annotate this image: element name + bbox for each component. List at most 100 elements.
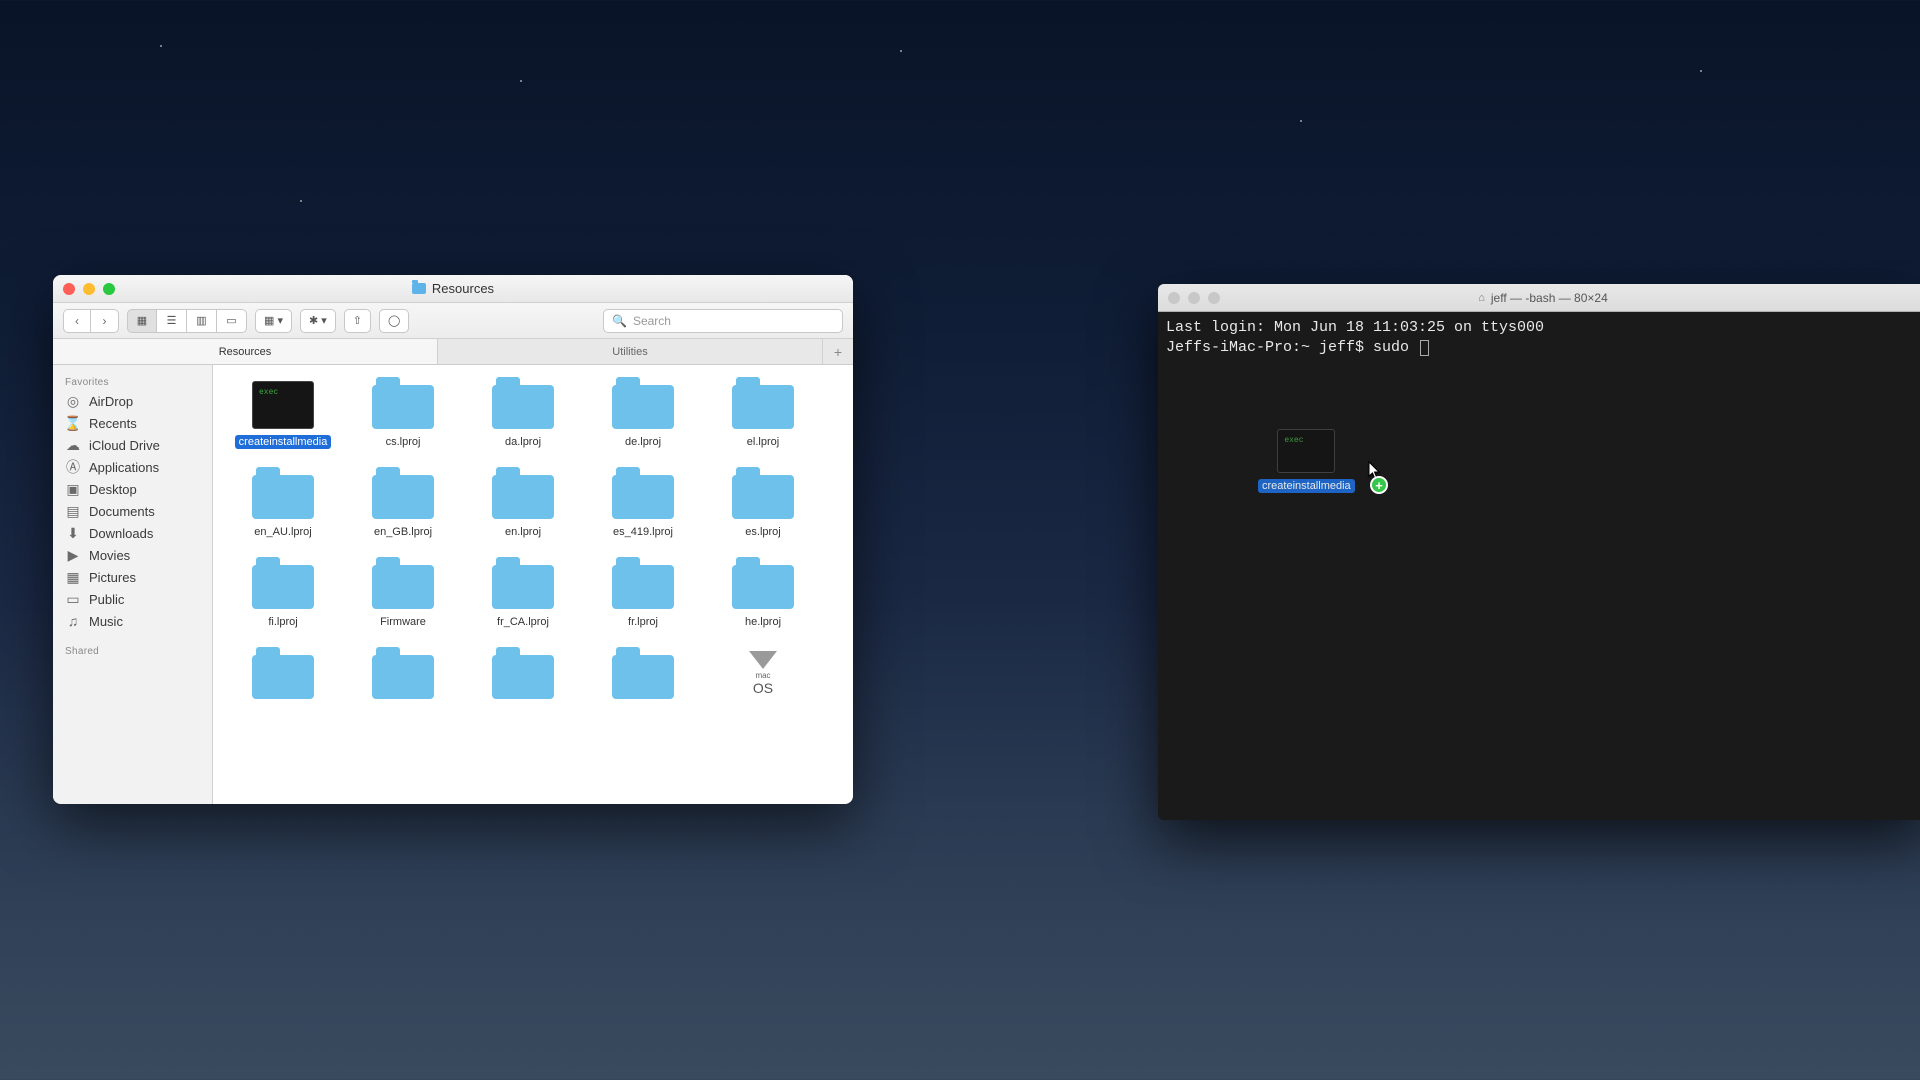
sidebar-item-label: AirDrop xyxy=(89,394,133,409)
airdrop-icon: ◎ xyxy=(65,393,81,409)
file-item[interactable]: Firmware xyxy=(343,557,463,629)
terminal-prompt: Jeffs-iMac-Pro:~ jeff$ xyxy=(1166,339,1373,356)
sidebar-item-desktop[interactable]: ▣Desktop xyxy=(53,478,212,500)
search-placeholder: Search xyxy=(633,314,671,328)
folder-icon xyxy=(252,565,314,609)
file-label: es.lproj xyxy=(741,525,784,539)
drag-ghost: createinstallmedia xyxy=(1258,425,1355,493)
file-label: en.lproj xyxy=(501,525,545,539)
sidebar-item-movies[interactable]: ▶Movies xyxy=(53,544,212,566)
folder-icon xyxy=(612,385,674,429)
home-icon: ⌂ xyxy=(1478,292,1485,304)
finder-titlebar[interactable]: Resources xyxy=(53,275,853,303)
maximize-button[interactable] xyxy=(103,283,115,295)
file-item-createinstallmedia[interactable]: createinstallmedia xyxy=(223,377,343,449)
desktop-icon: ▣ xyxy=(65,481,81,497)
drag-file-label: createinstallmedia xyxy=(1258,479,1355,493)
column-view-button[interactable]: ▥ xyxy=(187,309,217,333)
folder-icon xyxy=(372,655,434,699)
sidebar-item-recents[interactable]: ⌛ Recents xyxy=(53,412,212,434)
terminal-body[interactable]: Last login: Mon Jun 18 11:03:25 on ttys0… xyxy=(1158,312,1920,820)
sidebar-item-label: Applications xyxy=(89,460,159,475)
sidebar-item-label: Recents xyxy=(89,416,137,431)
close-button[interactable] xyxy=(63,283,75,295)
sidebar-item-documents[interactable]: ▤Documents xyxy=(53,500,212,522)
file-item[interactable]: en_GB.lproj xyxy=(343,467,463,539)
file-grid[interactable]: createinstallmedia cs.lproj da.lproj de.… xyxy=(213,365,853,804)
file-item[interactable] xyxy=(583,647,703,699)
recents-icon: ⌛ xyxy=(65,415,81,431)
file-item[interactable] xyxy=(343,647,463,699)
sidebar-item-airdrop[interactable]: ◎ AirDrop xyxy=(53,390,212,412)
file-label: da.lproj xyxy=(501,435,545,449)
file-item[interactable] xyxy=(463,647,583,699)
new-tab-button[interactable]: + xyxy=(823,339,853,364)
file-item[interactable]: en_AU.lproj xyxy=(223,467,343,539)
sidebar-item-label: iCloud Drive xyxy=(89,438,160,453)
sidebar-item-public[interactable]: ▭Public xyxy=(53,588,212,610)
close-button[interactable] xyxy=(1168,292,1180,304)
tab-resources[interactable]: Resources xyxy=(53,339,438,364)
sidebar-item-applications[interactable]: Ⓐ Applications xyxy=(53,456,212,478)
action-button[interactable]: ✱ ▾ xyxy=(300,309,336,333)
sidebar-item-music[interactable]: ♫Music xyxy=(53,610,212,632)
file-label: createinstallmedia xyxy=(235,435,332,449)
window-controls xyxy=(1168,292,1220,304)
tags-button[interactable]: ◯ xyxy=(379,309,409,333)
window-controls xyxy=(63,283,115,295)
share-button[interactable]: ⇧ xyxy=(344,309,371,333)
macos-installer-icon: macOS xyxy=(733,647,793,699)
gallery-view-button[interactable]: ▭ xyxy=(217,309,247,333)
file-item[interactable]: es_419.lproj xyxy=(583,467,703,539)
terminal-titlebar[interactable]: ⌂ jeff — -bash — 80×24 xyxy=(1158,284,1920,312)
folder-icon xyxy=(492,565,554,609)
search-input[interactable]: 🔍 Search xyxy=(603,309,843,333)
finder-sidebar: Favorites ◎AirDrop ⌛Recents ☁iCloud Driv… xyxy=(53,365,213,804)
sidebar-item-downloads[interactable]: ⬇Downloads xyxy=(53,522,212,544)
folder-icon xyxy=(492,655,554,699)
terminal-title-text: jeff — -bash — 80×24 xyxy=(1491,291,1608,305)
file-label: Firmware xyxy=(376,615,430,629)
list-view-button[interactable]: ☰ xyxy=(157,309,187,333)
file-item[interactable]: fi.lproj xyxy=(223,557,343,629)
file-item[interactable]: fr_CA.lproj xyxy=(463,557,583,629)
arrange-button[interactable]: ▦ ▾ xyxy=(255,309,292,333)
file-item[interactable]: de.lproj xyxy=(583,377,703,449)
folder-icon xyxy=(612,655,674,699)
finder-toolbar: ‹ › ▦ ☰ ▥ ▭ ▦ ▾ ✱ ▾ ⇧ ◯ 🔍 Search xyxy=(53,303,853,339)
folder-icon xyxy=(612,475,674,519)
sidebar-item-pictures[interactable]: ▦ Pictures xyxy=(53,566,212,588)
file-item[interactable]: cs.lproj xyxy=(343,377,463,449)
applications-icon: Ⓐ xyxy=(65,459,81,475)
file-label: fr_CA.lproj xyxy=(493,615,553,629)
file-label: fi.lproj xyxy=(264,615,301,629)
sidebar-item-icloud[interactable]: ☁iCloud Drive xyxy=(53,434,212,456)
terminal-line: Last login: Mon Jun 18 11:03:25 on ttys0… xyxy=(1166,318,1920,338)
file-item[interactable] xyxy=(223,647,343,699)
minimize-button[interactable] xyxy=(83,283,95,295)
forward-button[interactable]: › xyxy=(91,309,119,333)
folder-icon xyxy=(372,385,434,429)
folder-icon xyxy=(252,475,314,519)
file-label: en_GB.lproj xyxy=(370,525,436,539)
sidebar-item-label: Music xyxy=(89,614,123,629)
exec-icon xyxy=(1277,429,1335,473)
icon-view-button[interactable]: ▦ xyxy=(127,309,157,333)
sidebar-item-label: Pictures xyxy=(89,570,136,585)
file-item[interactable]: he.lproj xyxy=(703,557,823,629)
file-item[interactable]: en.lproj xyxy=(463,467,583,539)
file-item[interactable]: da.lproj xyxy=(463,377,583,449)
back-button[interactable]: ‹ xyxy=(63,309,91,333)
terminal-cursor xyxy=(1420,340,1429,356)
file-item[interactable]: el.lproj xyxy=(703,377,823,449)
file-label: el.lproj xyxy=(743,435,783,449)
file-item-macos[interactable]: macOS xyxy=(703,647,823,699)
maximize-button[interactable] xyxy=(1208,292,1220,304)
file-item[interactable]: es.lproj xyxy=(703,467,823,539)
tab-utilities[interactable]: Utilities xyxy=(438,339,823,364)
file-label: cs.lproj xyxy=(382,435,425,449)
pictures-icon: ▦ xyxy=(65,569,81,585)
file-item[interactable]: fr.lproj xyxy=(583,557,703,629)
file-label: de.lproj xyxy=(621,435,665,449)
minimize-button[interactable] xyxy=(1188,292,1200,304)
